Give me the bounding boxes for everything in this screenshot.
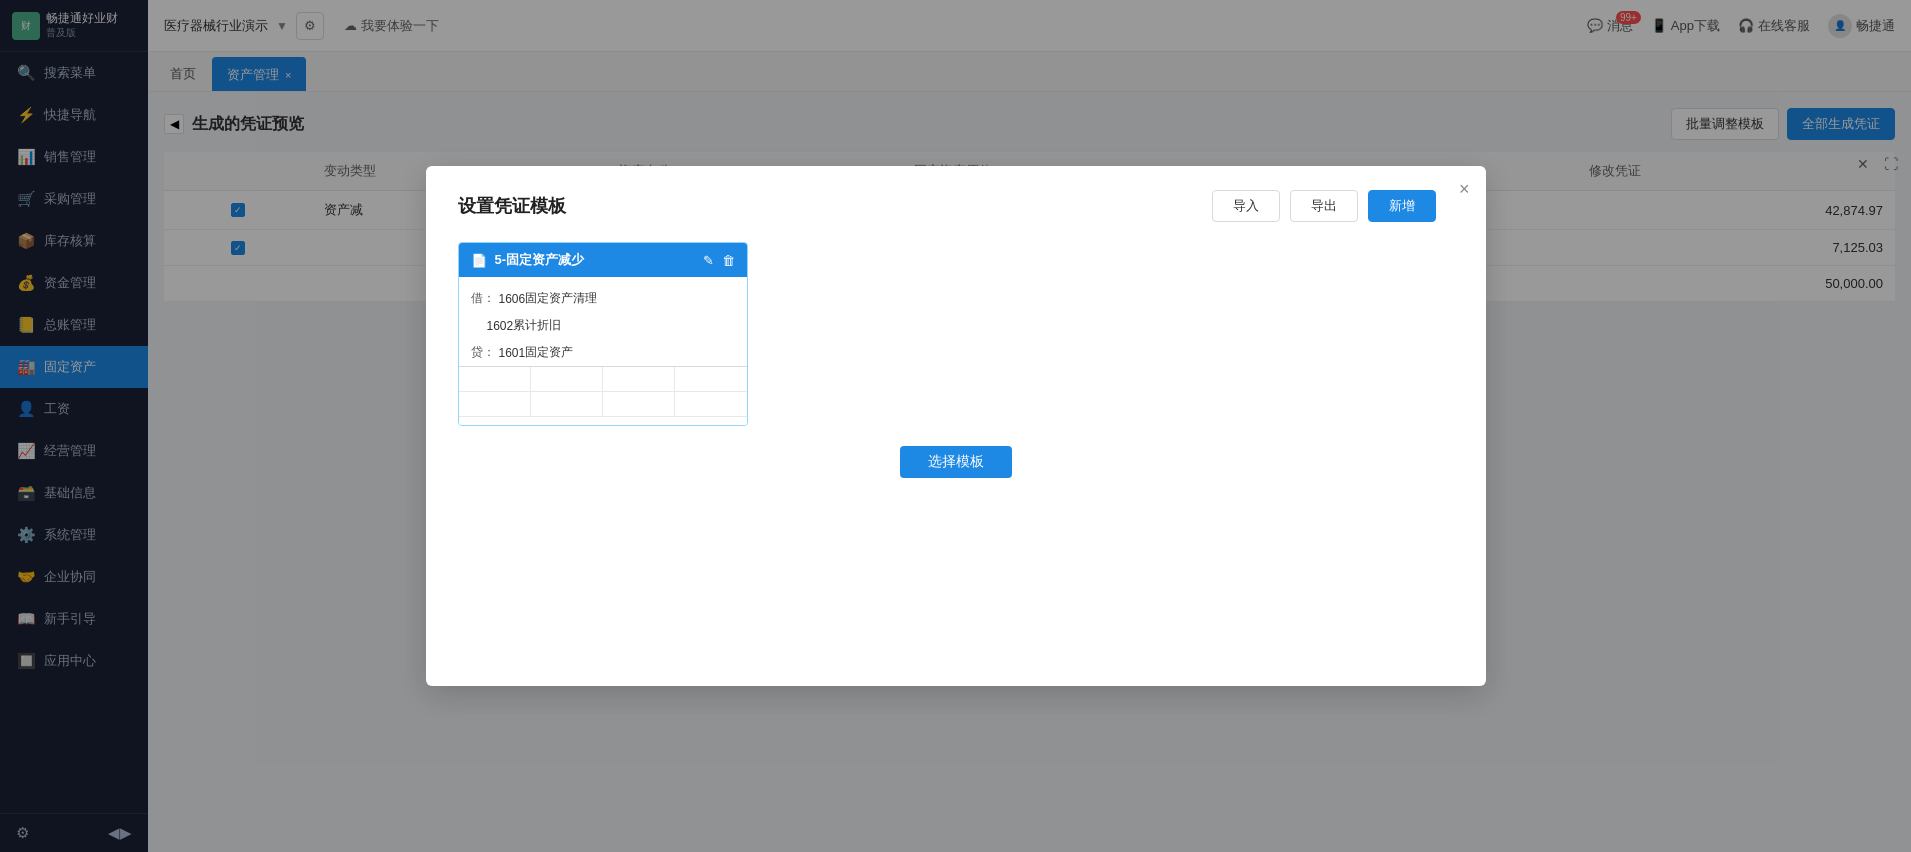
- template-grid-row-1: [459, 367, 747, 392]
- grid-cell-1-4: [675, 367, 747, 391]
- entry-account-3: 固定资产: [525, 344, 573, 361]
- grid-cell-1-2: [531, 367, 603, 391]
- new-button[interactable]: 新增: [1368, 190, 1436, 222]
- grid-cell-1-3: [603, 367, 675, 391]
- grid-cell-2-3: [603, 392, 675, 416]
- entry-code-3: 1601: [499, 346, 526, 360]
- template-doc-icon: 📄: [471, 253, 487, 268]
- modal-dialog: 设置凭证模板 × 导入 导出 新增 📄 5-固定资产减少 ✎ 🗑 借： 1606: [426, 166, 1486, 686]
- grid-cell-2-1: [459, 392, 531, 416]
- select-template-button[interactable]: 选择模板: [900, 446, 1012, 478]
- template-entry-3: 贷： 1601 固定资产: [459, 339, 747, 366]
- modal-overlay[interactable]: 设置凭证模板 × 导入 导出 新增 📄 5-固定资产减少 ✎ 🗑 借： 1606: [0, 0, 1911, 852]
- template-card-body: 借： 1606 固定资产清理 1602 累计折旧 贷： 1601 固定资产: [459, 277, 747, 425]
- entry-account-2: 累计折旧: [513, 317, 561, 334]
- entry-code-2: 1602: [487, 319, 514, 333]
- entry-type-3: 贷：: [471, 344, 495, 361]
- grid-cell-1-1: [459, 367, 531, 391]
- template-grid-row-2: [459, 392, 747, 417]
- entry-account-1: 固定资产清理: [525, 290, 597, 307]
- grid-cell-2-2: [531, 392, 603, 416]
- template-grid: [459, 366, 747, 417]
- template-edit-icon[interactable]: ✎: [703, 253, 714, 268]
- modal-toolbar: 导入 导出 新增: [1212, 190, 1436, 222]
- entry-code-1: 1606: [499, 292, 526, 306]
- export-button[interactable]: 导出: [1290, 190, 1358, 222]
- template-card: 📄 5-固定资产减少 ✎ 🗑 借： 1606 固定资产清理 1602 累计折旧: [458, 242, 748, 426]
- entry-type-1: 借：: [471, 290, 495, 307]
- template-actions: ✎ 🗑: [703, 253, 735, 268]
- grid-cell-2-4: [675, 392, 747, 416]
- modal-close-button[interactable]: ×: [1459, 180, 1470, 198]
- template-name: 5-固定资产减少: [495, 251, 695, 269]
- import-button[interactable]: 导入: [1212, 190, 1280, 222]
- template-card-header: 📄 5-固定资产减少 ✎ 🗑: [459, 243, 747, 277]
- template-delete-icon[interactable]: 🗑: [722, 253, 735, 268]
- template-entry-1: 借： 1606 固定资产清理: [459, 285, 747, 312]
- template-entry-2: 1602 累计折旧: [459, 312, 747, 339]
